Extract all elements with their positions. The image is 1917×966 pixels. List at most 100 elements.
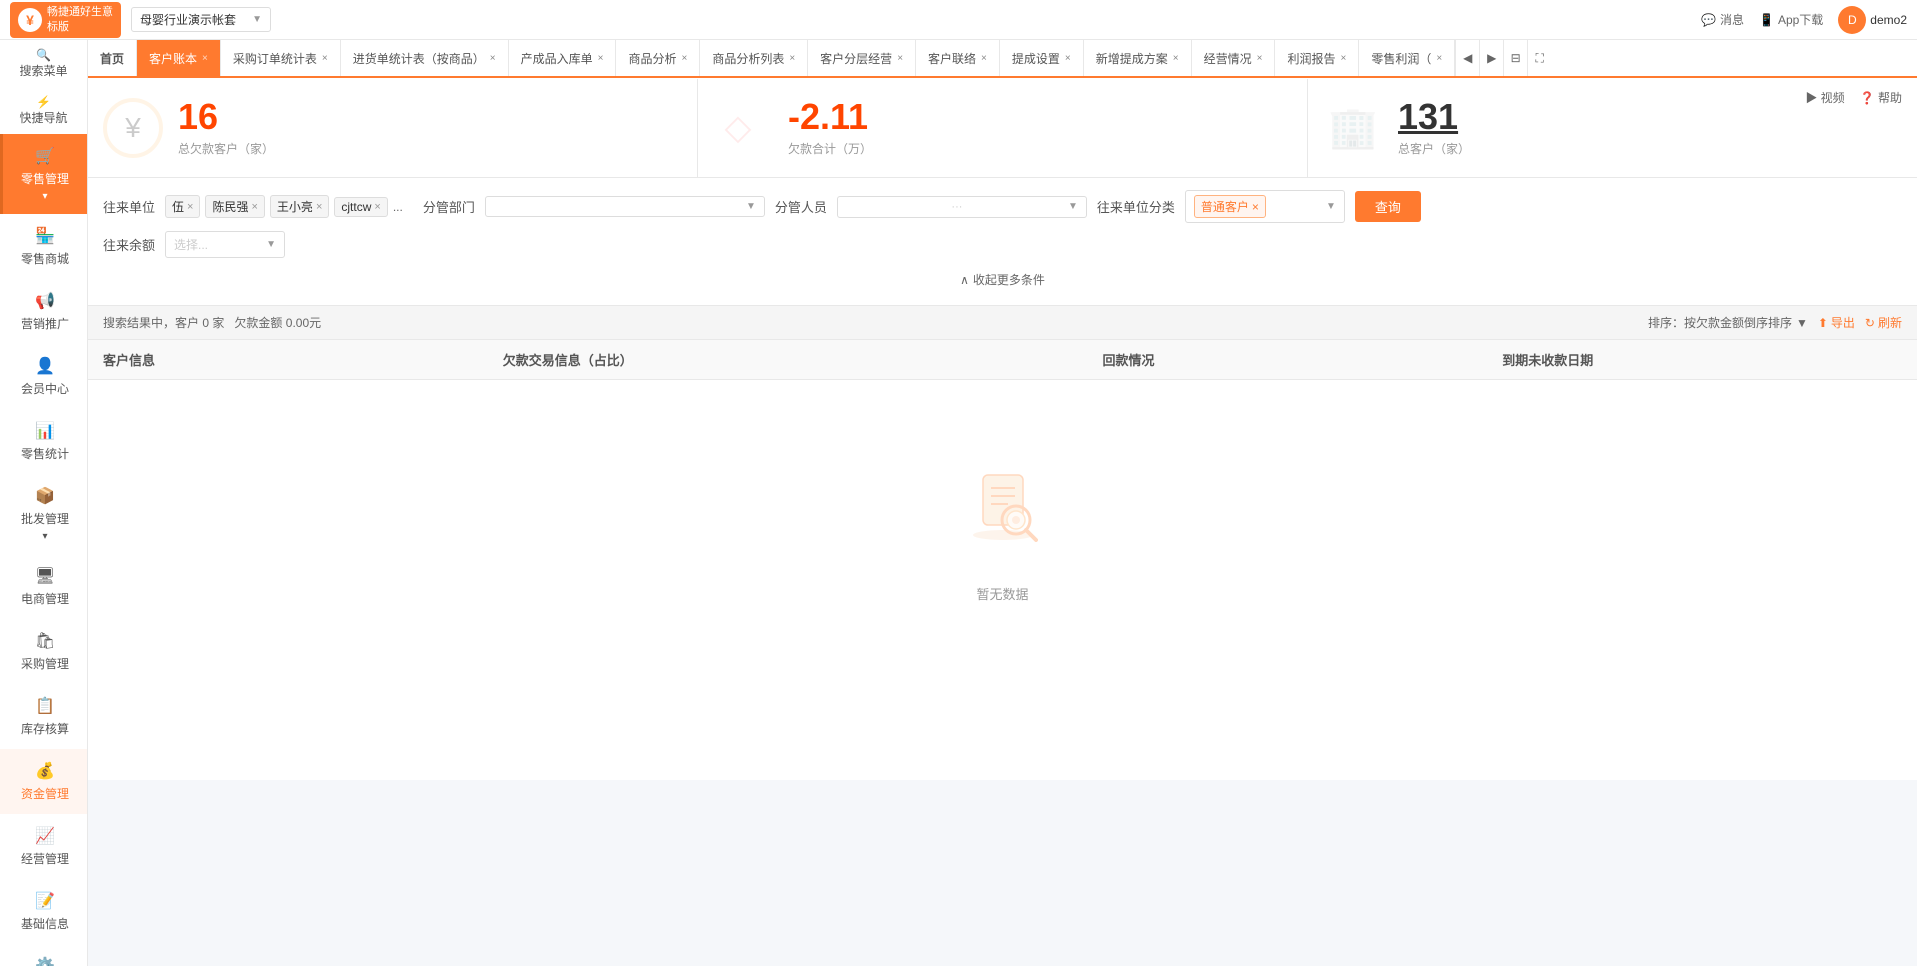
filter-tag-3: cjttcw × bbox=[334, 197, 387, 217]
message-icon: 💬 bbox=[1701, 13, 1716, 27]
refresh-label: 刷新 bbox=[1878, 314, 1902, 331]
tab-product-incoming[interactable]: 产成品入库单 × bbox=[509, 40, 617, 77]
table-col-due-date: 到期未收款日期 bbox=[1502, 350, 1902, 369]
message-button[interactable]: 💬 消息 bbox=[1701, 11, 1744, 28]
department-select[interactable]: ▼ bbox=[485, 196, 765, 217]
tab-product-analysis-list[interactable]: 商品分析列表 × bbox=[700, 40, 808, 77]
tab-close-profit[interactable]: × bbox=[1340, 53, 1346, 64]
stat-value-customers: 16 bbox=[178, 99, 274, 135]
coins-bg-icon: ¥ bbox=[103, 98, 163, 158]
app-download-button[interactable]: 📱 App下载 bbox=[1759, 11, 1823, 28]
sidebar-item-operation[interactable]: 📈 经营管理 bbox=[0, 814, 87, 879]
sidebar-item-retail-mall[interactable]: 🏪 零售商城 bbox=[0, 214, 87, 279]
tab-product-analysis[interactable]: 商品分析 × bbox=[616, 40, 700, 77]
tab-close-retail-profit[interactable]: × bbox=[1436, 53, 1442, 64]
logo-text: 畅捷通好生意 标版 bbox=[47, 5, 113, 34]
tab-customer-tier[interactable]: 客户分层经营 × bbox=[808, 40, 916, 77]
filter-tag-1: 陈民强 × bbox=[205, 195, 264, 218]
stat-label-debt: 欠款合计（万） bbox=[788, 140, 872, 157]
tab-close-contact[interactable]: × bbox=[981, 53, 987, 64]
sidebar-item-retail-stats[interactable]: 📊 零售统计 bbox=[0, 409, 87, 474]
tab-home[interactable]: 首页 bbox=[88, 40, 137, 77]
collapse-button[interactable]: ∧ 收起更多条件 bbox=[955, 266, 1050, 293]
video-help-area: ▶ 视频 ❓ 帮助 bbox=[1805, 89, 1902, 106]
user-profile[interactable]: D demo2 bbox=[1838, 6, 1907, 34]
type-arrow-icon: ▼ bbox=[1326, 201, 1336, 212]
store-dropdown-icon: ▼ bbox=[252, 14, 262, 25]
tab-close-analysis-list[interactable]: × bbox=[789, 53, 795, 64]
tab-improve-settings[interactable]: 提成设置 × bbox=[1000, 40, 1084, 77]
unit-type-select[interactable]: 普通客户 × ▼ bbox=[1185, 190, 1345, 223]
amount-select[interactable]: 选择... ▼ bbox=[165, 231, 285, 258]
department-arrow-icon: ▼ bbox=[746, 201, 756, 212]
tab-close-new-improve[interactable]: × bbox=[1173, 53, 1179, 64]
stat-label-total: 总客户（家） bbox=[1398, 140, 1470, 157]
search-icon: 🔍 bbox=[5, 48, 82, 62]
sidebar-item-ecommerce[interactable]: 🖥 电商管理 bbox=[0, 554, 87, 619]
wholesale-icon: 📦 bbox=[35, 486, 55, 506]
tab-new-improve-plan[interactable]: 新增提成方案 × bbox=[1084, 40, 1192, 77]
filter-tag-2: 王小亮 × bbox=[270, 195, 329, 218]
tab-incoming-stats[interactable]: 进货单统计表（按商品） × bbox=[341, 40, 509, 77]
tab-close-tier[interactable]: × bbox=[897, 53, 903, 64]
filter-more-button[interactable]: ... bbox=[393, 200, 403, 214]
sidebar-item-retail[interactable]: 🛒 零售管理 ▾ bbox=[0, 134, 87, 214]
tab-close-improve[interactable]: × bbox=[1065, 53, 1071, 64]
sidebar-item-basic[interactable]: 📝 基础信息 bbox=[0, 879, 87, 944]
tab-close-operation[interactable]: × bbox=[1257, 53, 1263, 64]
logo-icon: ¥ bbox=[18, 8, 42, 32]
system-icon: ⚙️ bbox=[35, 956, 55, 966]
tab-retail-profit[interactable]: 零售利润（ × bbox=[1359, 40, 1455, 77]
refresh-button[interactable]: ↻ 刷新 bbox=[1865, 314, 1902, 331]
sidebar-item-member[interactable]: 👤 会员中心 bbox=[0, 344, 87, 409]
sidebar-item-finance[interactable]: 💰 资金管理 bbox=[0, 749, 87, 814]
stat-value-total: 131 bbox=[1398, 99, 1470, 135]
sidebar-item-inventory[interactable]: 📋 库存核算 bbox=[0, 684, 87, 749]
tab-close-customer-account[interactable]: × bbox=[202, 53, 208, 64]
tab-close-analysis[interactable]: × bbox=[681, 53, 687, 64]
basic-icon: 📝 bbox=[35, 891, 55, 911]
query-button[interactable]: 查询 bbox=[1355, 191, 1421, 222]
finance-icon: 💰 bbox=[35, 761, 55, 781]
people-filter-label: 分管人员 bbox=[775, 197, 827, 216]
tab-customer-account[interactable]: 客户账本 × bbox=[137, 40, 221, 77]
tab-expand[interactable]: ⊟ bbox=[1503, 40, 1527, 77]
video-button[interactable]: ▶ 视频 bbox=[1805, 89, 1844, 106]
filter-tag-0: 伍 × bbox=[165, 195, 200, 218]
remove-tag-0[interactable]: × bbox=[187, 201, 193, 213]
tab-profit-report[interactable]: 利润报告 × bbox=[1275, 40, 1359, 77]
remove-tag-2[interactable]: × bbox=[316, 201, 322, 213]
remove-tag-3[interactable]: × bbox=[374, 201, 380, 213]
wholesale-arrow-icon: ▾ bbox=[42, 531, 47, 542]
export-button[interactable]: ⬆ 导出 bbox=[1818, 314, 1855, 331]
tab-close-purchase[interactable]: × bbox=[322, 53, 328, 64]
tab-close-incoming[interactable]: × bbox=[490, 53, 496, 64]
tab-fullscreen[interactable]: ⛶ bbox=[1527, 40, 1551, 77]
remove-tag-1[interactable]: × bbox=[251, 201, 257, 213]
help-button[interactable]: ❓ 帮助 bbox=[1860, 89, 1902, 106]
amount-placeholder: 选择... bbox=[174, 236, 208, 253]
sort-button[interactable]: 排序：按欠款金额倒序排序 ▼ bbox=[1648, 314, 1808, 331]
people-select[interactable]: ··· ▼ bbox=[837, 196, 1087, 218]
sidebar-item-system[interactable]: ⚙️ 系统管理 bbox=[0, 944, 87, 966]
tab-nav-right[interactable]: ▶ bbox=[1479, 40, 1503, 77]
table-col-payback: 回款情况 bbox=[1102, 350, 1502, 369]
tab-nav-left[interactable]: ◀ bbox=[1455, 40, 1479, 77]
tab-customer-contact[interactable]: 客户联络 × bbox=[916, 40, 1000, 77]
filter-row-1: 往来单位 伍 × 陈民强 × 王小亮 × bbox=[103, 190, 1902, 223]
search-menu-button[interactable]: 🔍 搜索菜单 bbox=[0, 40, 87, 87]
tab-operation-status[interactable]: 经营情况 × bbox=[1192, 40, 1276, 77]
stat-content-1: 16 总欠款客户（家） bbox=[178, 99, 274, 157]
page-content: ¥ 16 总欠款客户（家） ◇ -2.11 欠款合计（万） 🏢 bbox=[88, 78, 1917, 966]
play-icon: ▶ bbox=[1805, 91, 1817, 105]
unit-filter-label: 往来单位 bbox=[103, 197, 155, 216]
sidebar-item-marketing[interactable]: 📢 营销推广 bbox=[0, 279, 87, 344]
remove-type-tag[interactable]: × bbox=[1252, 200, 1259, 214]
tab-purchase-order-stats[interactable]: 采购订单统计表 × bbox=[221, 40, 341, 77]
sidebar-item-wholesale[interactable]: 📦 批发管理 ▾ bbox=[0, 474, 87, 554]
quick-nav-button[interactable]: ⚡ 快捷导航 bbox=[0, 87, 87, 134]
store-selector[interactable]: 母婴行业演示帐套 ▼ bbox=[131, 7, 271, 32]
sidebar-item-purchase[interactable]: 🛍 采购管理 bbox=[0, 619, 87, 684]
tab-close-product[interactable]: × bbox=[598, 53, 604, 64]
sort-icon: ▼ bbox=[1796, 316, 1808, 330]
